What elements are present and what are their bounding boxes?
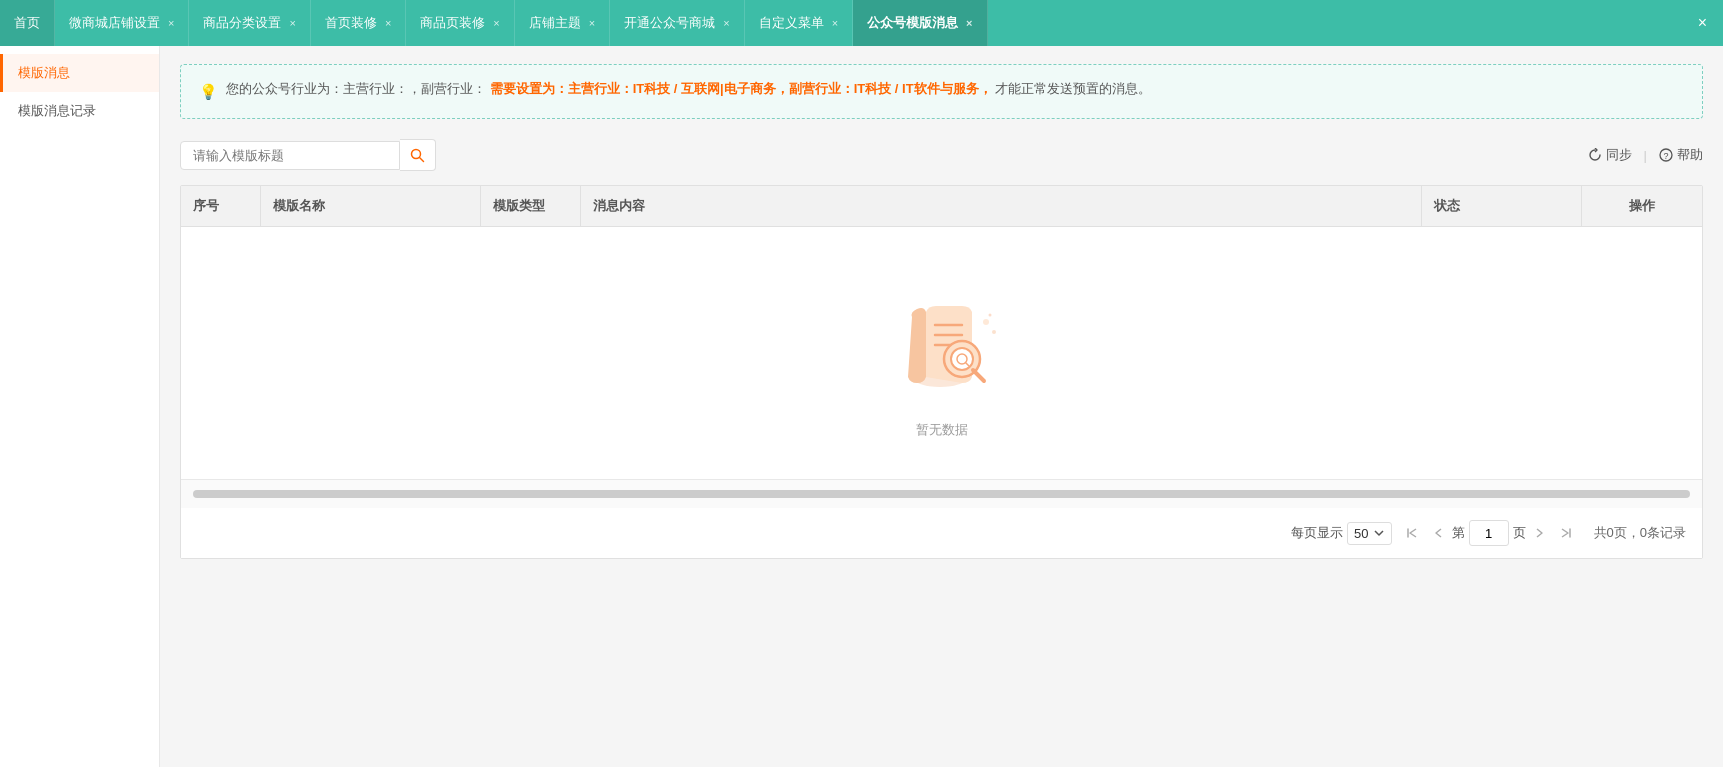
nav-tab-micro-shop[interactable]: 微商城店铺设置 × <box>55 0 189 46</box>
nav-tab-open-mall-label: 开通公众号商城 <box>624 14 715 32</box>
nav-tab-custom-menu-close[interactable]: × <box>832 17 838 29</box>
nav-tab-template-msg-label: 公众号模版消息 <box>867 14 958 32</box>
svg-point-13 <box>983 319 989 325</box>
sidebar-item-template-msg-record[interactable]: 模版消息记录 <box>0 92 159 130</box>
page-next-icon <box>1535 527 1545 539</box>
sync-label: 同步 <box>1606 146 1632 164</box>
th-content: 消息内容 <box>581 186 1422 226</box>
nav-tab-product-category[interactable]: 商品分类设置 × <box>189 0 310 46</box>
content-area: 💡 您的公众号行业为：主营行业：，副营行业： 需要设置为：主营行业：IT科技 /… <box>160 46 1723 767</box>
page-size-dropdown[interactable]: 50 <box>1347 522 1391 545</box>
page-last-button[interactable] <box>1554 521 1578 545</box>
help-icon: ? <box>1659 148 1673 162</box>
page-size-select: 每页显示 50 <box>1291 522 1391 545</box>
sidebar: 模版消息 模版消息记录 <box>0 46 160 767</box>
nav-tab-shop-theme[interactable]: 店铺主题 × <box>515 0 610 46</box>
nav-tab-home[interactable]: 首页 <box>0 0 55 46</box>
nav-tab-custom-menu[interactable]: 自定义菜单 × <box>745 0 853 46</box>
sync-button[interactable]: 同步 <box>1588 146 1632 164</box>
nav-tab-home-label: 首页 <box>14 14 40 32</box>
search-bar: 同步 | ? 帮助 <box>180 139 1703 171</box>
help-button[interactable]: ? 帮助 <box>1659 146 1703 164</box>
page-last-icon <box>1560 527 1572 539</box>
search-button[interactable] <box>400 139 436 171</box>
pagination-bar: 每页显示 50 <box>181 508 1702 558</box>
nav-tab-product-decor-close[interactable]: × <box>493 17 499 29</box>
page-first-button[interactable] <box>1400 521 1424 545</box>
search-right: 同步 | ? 帮助 <box>1588 146 1703 164</box>
page-size-value: 50 <box>1354 526 1368 541</box>
page-input-group: 第 页 <box>1452 520 1526 546</box>
page-total: 共0页，0条记录 <box>1594 524 1686 542</box>
notice-box: 💡 您的公众号行业为：主营行业：，副营行业： 需要设置为：主营行业：IT科技 /… <box>180 64 1703 119</box>
close-all-button[interactable]: × <box>1682 0 1723 46</box>
page-first-icon <box>1406 527 1418 539</box>
empty-state-text: 暂无数据 <box>916 421 968 439</box>
page-next-button[interactable] <box>1528 521 1552 545</box>
page-prefix: 第 <box>1452 524 1465 542</box>
top-nav: 首页 微商城店铺设置 × 商品分类设置 × 首页装修 × 商品页装修 × 店铺主… <box>0 0 1723 46</box>
th-status: 状态 <box>1422 186 1582 226</box>
nav-tab-template-msg-close[interactable]: × <box>966 17 972 29</box>
page-prev-button[interactable] <box>1426 521 1450 545</box>
search-left <box>180 139 436 171</box>
nav-tab-custom-menu-label: 自定义菜单 <box>759 14 824 32</box>
search-input[interactable] <box>180 141 400 170</box>
table-container: 序号 模版名称 模版类型 消息内容 状态 操作 <box>180 185 1703 559</box>
th-type: 模版类型 <box>481 186 581 226</box>
page-nav-buttons: 第 页 <box>1400 520 1578 546</box>
svg-point-9 <box>951 348 973 370</box>
horizontal-scrollbar[interactable] <box>193 490 1690 498</box>
page-number-input[interactable] <box>1469 520 1509 546</box>
nav-tab-product-category-close[interactable]: × <box>289 17 295 29</box>
divider: | <box>1644 148 1647 163</box>
nav-tab-home-decor[interactable]: 首页装修 × <box>311 0 406 46</box>
search-icon <box>410 148 425 163</box>
nav-tab-micro-shop-label: 微商城店铺设置 <box>69 14 160 32</box>
nav-tab-shop-theme-label: 店铺主题 <box>529 14 581 32</box>
help-label: 帮助 <box>1677 146 1703 164</box>
page-prev-icon <box>1433 527 1443 539</box>
notice-text: 您的公众号行业为：主营行业：，副营行业： 需要设置为：主营行业：IT科技 / 互… <box>226 79 1151 100</box>
svg-line-10 <box>973 370 984 381</box>
nav-tab-product-decor[interactable]: 商品页装修 × <box>406 0 514 46</box>
svg-text:?: ? <box>1663 151 1668 161</box>
main-layout: 模版消息 模版消息记录 💡 您的公众号行业为：主营行业：，副营行业： 需要设置为… <box>0 46 1723 767</box>
svg-line-1 <box>420 157 424 161</box>
nav-tab-open-mall-close[interactable]: × <box>723 17 729 29</box>
nav-tab-template-msg[interactable]: 公众号模版消息 × <box>853 0 987 46</box>
sync-icon <box>1588 148 1602 162</box>
svg-point-14 <box>992 330 996 334</box>
scrollbar-area <box>181 479 1702 508</box>
th-name: 模版名称 <box>261 186 481 226</box>
notice-icon: 💡 <box>199 80 218 104</box>
th-action: 操作 <box>1582 186 1702 226</box>
page-label: 页 <box>1513 524 1526 542</box>
nav-tab-product-category-label: 商品分类设置 <box>203 14 281 32</box>
empty-state-icon <box>882 287 1002 407</box>
chevron-down-icon <box>1373 527 1385 539</box>
nav-tab-micro-shop-close[interactable]: × <box>168 17 174 29</box>
nav-tab-home-decor-label: 首页装修 <box>325 14 377 32</box>
th-seq: 序号 <box>181 186 261 226</box>
sidebar-item-template-msg[interactable]: 模版消息 <box>0 54 159 92</box>
nav-tab-open-mall[interactable]: 开通公众号商城 × <box>610 0 744 46</box>
page-size-label: 每页显示 <box>1291 524 1343 542</box>
nav-tab-home-decor-close[interactable]: × <box>385 17 391 29</box>
nav-tab-shop-theme-close[interactable]: × <box>589 17 595 29</box>
empty-state: 暂无数据 <box>181 227 1702 479</box>
nav-tab-product-decor-label: 商品页装修 <box>420 14 485 32</box>
table-header: 序号 模版名称 模版类型 消息内容 状态 操作 <box>181 186 1702 227</box>
svg-point-15 <box>988 314 991 317</box>
